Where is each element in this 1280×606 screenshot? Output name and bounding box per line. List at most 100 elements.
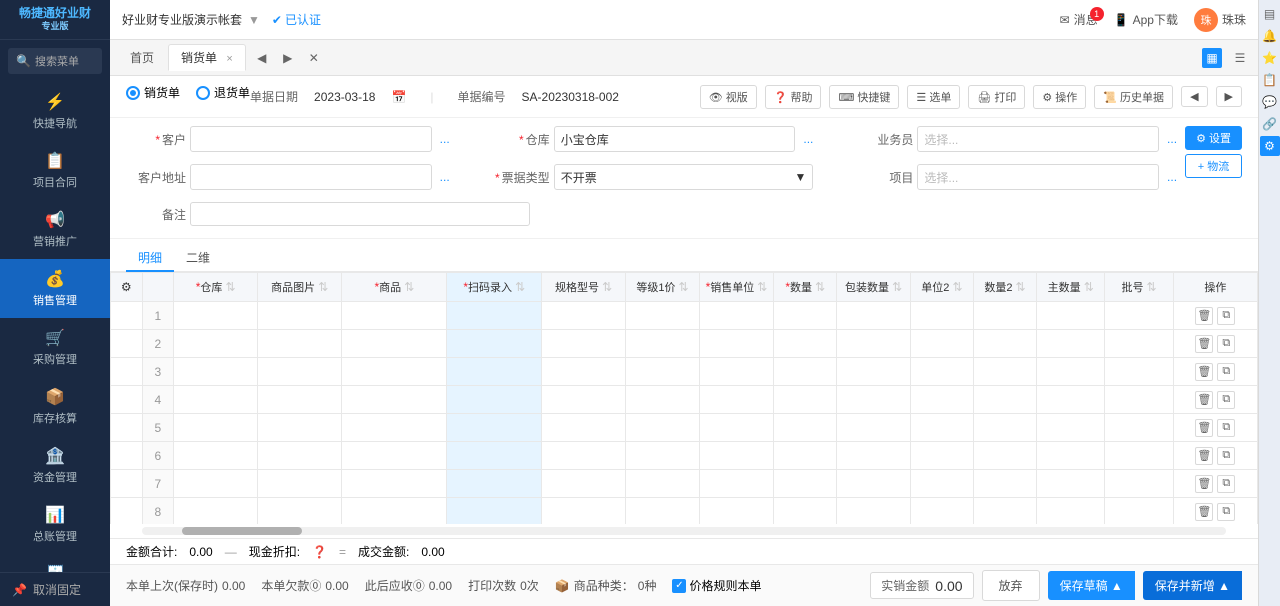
tab-prev-button[interactable]: ◀ <box>252 48 272 68</box>
row-image-5[interactable] <box>258 414 342 442</box>
row-delete-2[interactable]: 🗑 <box>1195 335 1213 353</box>
right-panel-icon-6[interactable]: 🔗 <box>1260 114 1280 134</box>
row-price1-8[interactable] <box>626 498 700 525</box>
row-copy-5[interactable]: ⧉ <box>1217 419 1235 437</box>
row-price1-5[interactable] <box>626 414 700 442</box>
row-spec-7[interactable] <box>542 470 626 498</box>
row-qty-1[interactable] <box>774 302 837 330</box>
row-price1-1[interactable] <box>626 302 700 330</box>
row-qty-8[interactable] <box>774 498 837 525</box>
row-unit-1[interactable] <box>699 302 773 330</box>
row-product-7[interactable] <box>342 470 447 498</box>
app-download-button[interactable]: 📱 App下载 <box>1114 11 1178 28</box>
right-panel-icon-2[interactable]: 🔔 <box>1260 26 1280 46</box>
row-unit2-5[interactable] <box>910 414 973 442</box>
row-product-2[interactable] <box>342 330 447 358</box>
row-delete-6[interactable]: 🗑 <box>1195 447 1213 465</box>
row-qty-4[interactable] <box>774 386 837 414</box>
row-spec-1[interactable] <box>542 302 626 330</box>
sidebar-item-marketing[interactable]: 📢 营销推广 <box>0 200 110 259</box>
message-button[interactable]: ✉ 消息 1 <box>1060 11 1098 28</box>
tab-home[interactable]: 首页 <box>118 45 166 70</box>
row-copy-3[interactable]: ⧉ <box>1217 363 1235 381</box>
row-qty2-4[interactable] <box>973 386 1036 414</box>
col-settings[interactable]: ⚙ <box>111 273 143 302</box>
shortcut-button[interactable]: ⌨ 快捷键 <box>829 85 899 109</box>
row-warehouse-6[interactable] <box>174 442 258 470</box>
right-panel-icon-4[interactable]: 📋 <box>1260 70 1280 90</box>
row-warehouse-8[interactable] <box>174 498 258 525</box>
row-qty2-6[interactable] <box>973 442 1036 470</box>
row-unit-3[interactable] <box>699 358 773 386</box>
row-qty-3[interactable] <box>774 358 837 386</box>
prev-record-button[interactable]: ◀ <box>1181 86 1207 107</box>
warehouse-input[interactable]: 小宝仓库 <box>554 126 796 152</box>
customer-dots-button[interactable]: ... <box>440 132 450 146</box>
tab-close-icon[interactable]: × <box>226 53 232 65</box>
sidebar-item-inventory[interactable]: 📦 库存核算 <box>0 377 110 436</box>
row-warehouse-2[interactable] <box>174 330 258 358</box>
row-qty-2[interactable] <box>774 330 837 358</box>
sidebar-item-projects[interactable]: 📋 项目合同 <box>0 141 110 200</box>
row-pack-qty-6[interactable] <box>837 442 911 470</box>
row-batch-6[interactable] <box>1105 442 1173 470</box>
row-delete-8[interactable]: 🗑 <box>1195 503 1213 521</box>
right-panel-icon-3[interactable]: ⭐ <box>1260 48 1280 68</box>
row-main-qty-2[interactable] <box>1037 330 1105 358</box>
row-delete-1[interactable]: 🗑 <box>1195 307 1213 325</box>
row-batch-1[interactable] <box>1105 302 1173 330</box>
row-batch-5[interactable] <box>1105 414 1173 442</box>
row-product-4[interactable] <box>342 386 447 414</box>
row-product-8[interactable] <box>342 498 447 525</box>
warehouse-dots-button[interactable]: ... <box>803 132 813 146</box>
scroll-thumb[interactable] <box>182 527 302 535</box>
row-barcode-2[interactable] <box>447 330 542 358</box>
row-product-5[interactable] <box>342 414 447 442</box>
row-warehouse-5[interactable] <box>174 414 258 442</box>
view-button[interactable]: 👁 视版 <box>700 85 757 109</box>
row-copy-8[interactable]: ⧉ <box>1217 503 1235 521</box>
salesperson-input[interactable]: 选择... <box>917 126 1159 152</box>
tab-sales-order[interactable]: 销货单 × <box>168 44 246 71</box>
row-qty2-7[interactable] <box>973 470 1036 498</box>
sidebar-item-accounts[interactable]: 📊 总账管理 <box>0 495 110 554</box>
row-image-3[interactable] <box>258 358 342 386</box>
row-pack-qty-1[interactable] <box>837 302 911 330</box>
abandon-button[interactable]: 放弃 <box>982 570 1040 601</box>
row-qty-7[interactable] <box>774 470 837 498</box>
next-record-button[interactable]: ▶ <box>1216 86 1242 107</box>
row-batch-3[interactable] <box>1105 358 1173 386</box>
price-check-checkbox[interactable]: ✓ 价格规则本单 <box>672 577 761 594</box>
sidebar-item-invoicing[interactable]: 🧾 发票管理 <box>0 554 110 572</box>
row-pack-qty-2[interactable] <box>837 330 911 358</box>
row-main-qty-5[interactable] <box>1037 414 1105 442</box>
row-qty2-1[interactable] <box>973 302 1036 330</box>
customer-input[interactable] <box>190 126 432 152</box>
project-dots-button[interactable]: ... <box>1167 170 1177 184</box>
row-image-6[interactable] <box>258 442 342 470</box>
row-image-4[interactable] <box>258 386 342 414</box>
row-batch-4[interactable] <box>1105 386 1173 414</box>
row-main-qty-8[interactable] <box>1037 498 1105 525</box>
row-main-qty-7[interactable] <box>1037 470 1105 498</box>
tab-2d[interactable]: 二维 <box>174 245 222 272</box>
search-menu-button[interactable]: 🔍 消息 搜索菜单 <box>8 48 102 74</box>
row-product-6[interactable] <box>342 442 447 470</box>
row-image-1[interactable] <box>258 302 342 330</box>
calendar-icon[interactable]: 📅 <box>391 90 406 104</box>
sidebar-item-cancel-fixed[interactable]: 📌 取消固定 <box>0 573 110 606</box>
user-menu[interactable]: 珠 珠珠 <box>1194 8 1246 32</box>
row-barcode-3[interactable] <box>447 358 542 386</box>
operations-button[interactable]: ⚙ 操作 <box>1033 85 1086 109</box>
tab-detail[interactable]: 明细 <box>126 245 174 272</box>
row-copy-2[interactable]: ⧉ <box>1217 335 1235 353</box>
invoice-type-select[interactable]: 不开票 ▼ <box>554 164 814 190</box>
row-pack-qty-5[interactable] <box>837 414 911 442</box>
row-pack-qty-4[interactable] <box>837 386 911 414</box>
save-new-button[interactable]: 保存并新增 ▲ <box>1143 571 1242 600</box>
row-barcode-5[interactable] <box>447 414 542 442</box>
row-warehouse-3[interactable] <box>174 358 258 386</box>
row-barcode-7[interactable] <box>447 470 542 498</box>
row-unit-5[interactable] <box>699 414 773 442</box>
row-unit2-4[interactable] <box>910 386 973 414</box>
